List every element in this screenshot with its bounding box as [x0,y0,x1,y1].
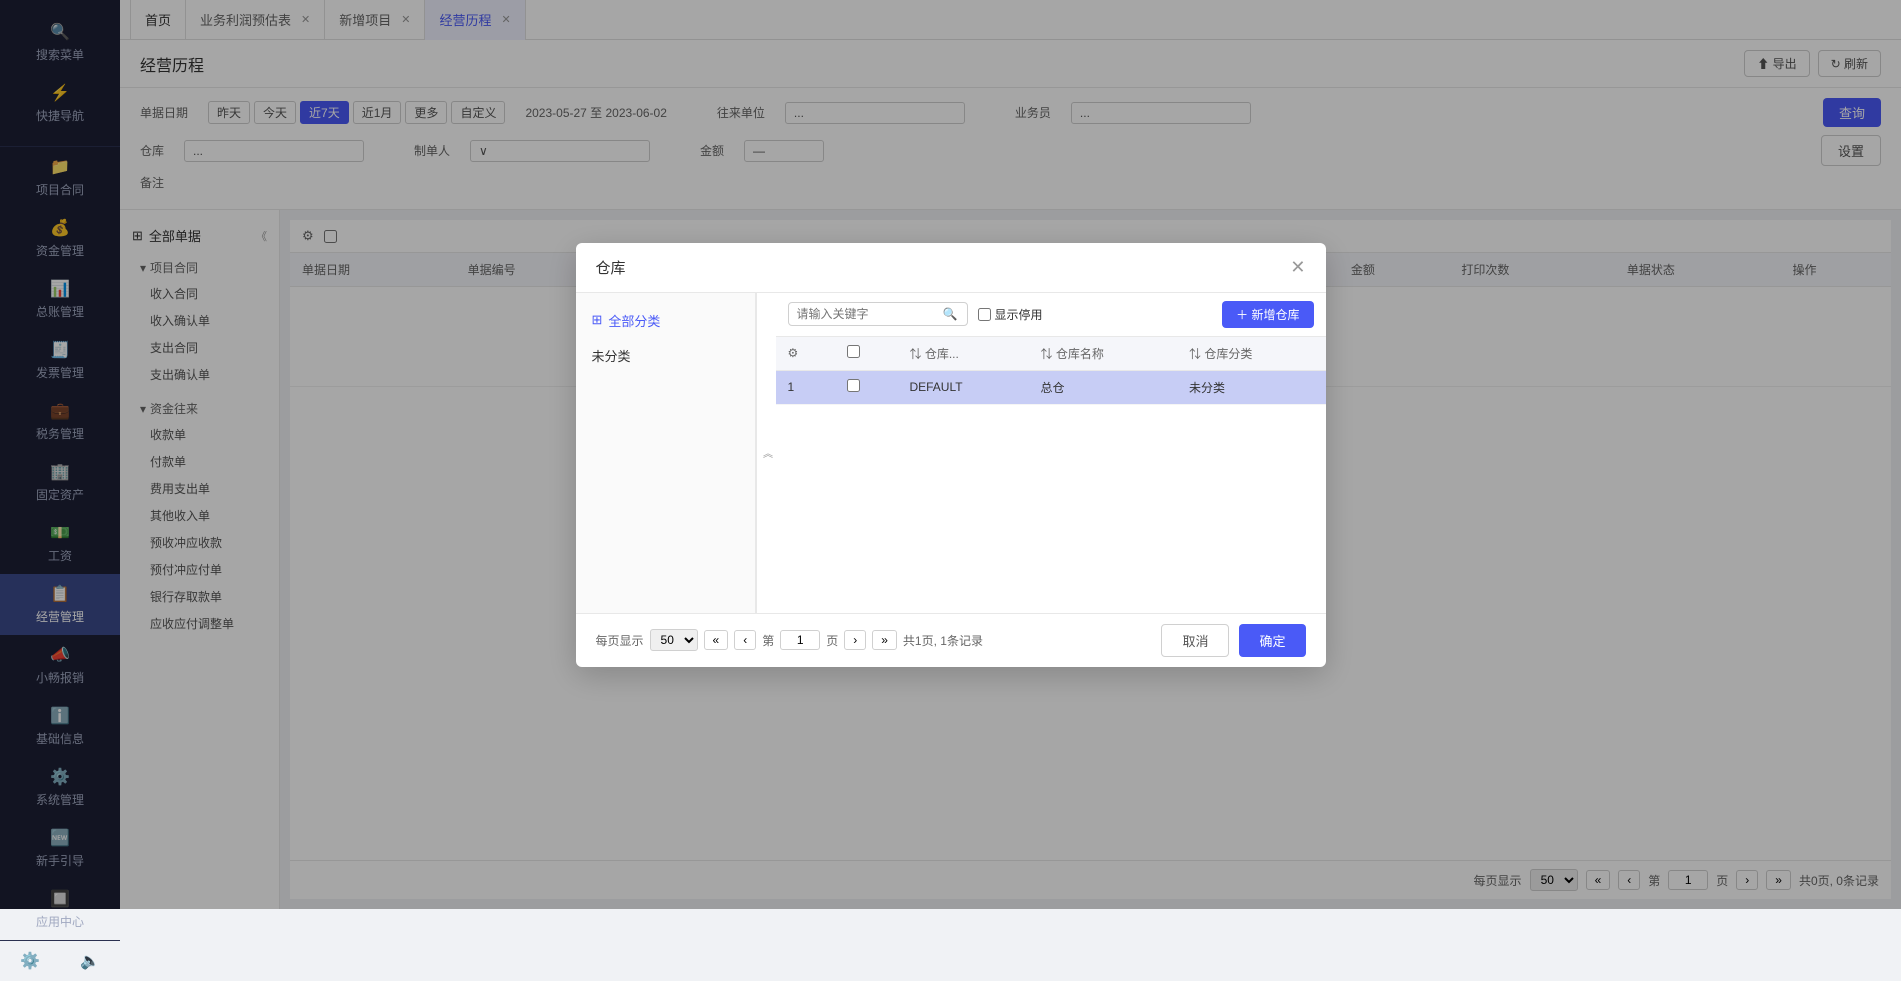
collapse-icon: 《 [759,448,774,458]
modal-next-btn[interactable]: › [844,630,866,650]
modal-row-checkbox[interactable] [835,370,898,404]
modal-right-panel: 🔍 显示停用 ＋ 新增仓库 ⚙ [776,293,1326,613]
sort-icon3: ⇅ [1189,347,1201,361]
modal-title: 仓库 [596,257,626,278]
modal-overlay: 仓库 ✕ ⊞ 全部分类 未分类 《 [0,0,1901,909]
modal-collapse-btn[interactable]: 《 [756,293,776,613]
modal-col-code: ⇅ 仓库... [897,337,1028,371]
modal-first-btn[interactable]: « [704,630,729,650]
modal-actions: 取消 确定 [1161,624,1305,657]
modal-col-settings: ⚙ [776,337,835,371]
modal-select-all[interactable] [847,345,860,358]
modal-search-input[interactable] [797,307,937,321]
show-disabled-checkbox[interactable] [978,308,991,321]
settings-bottom-icon[interactable]: ⚙️ [20,951,40,971]
show-disabled-label: 显示停用 [995,306,1043,323]
modal-body: ⊞ 全部分类 未分类 《 🔍 [576,293,1326,613]
modal-page-prefix: 第 [762,632,774,649]
modal-all-category[interactable]: ⊞ 全部分类 [576,303,755,338]
modal-table: ⚙ ⇅ 仓库... ⇅ 仓库名称 [776,337,1326,405]
all-category-label: 全部分类 [608,311,660,330]
unclassified-label: 未分类 [592,346,631,365]
modal-row-index: 1 [776,370,835,404]
modal-pagination: 每页显示 50 « ‹ 第 页 › » 共1页, 1条记录 [596,629,983,651]
sort-icon2: ⇅ [1041,347,1053,361]
modal-col-name: ⇅ 仓库名称 [1029,337,1177,371]
grid-icon: ⊞ [592,312,603,328]
modal-cancel-button[interactable]: 取消 [1161,624,1229,657]
modal-toolbar: 🔍 显示停用 ＋ 新增仓库 [776,293,1326,337]
modal-total: 共1页, 1条记录 [903,632,983,649]
modal-search-icon: 🔍 [943,307,958,321]
modal-confirm-button[interactable]: 确定 [1239,624,1305,657]
modal-per-page-label: 每页显示 [596,632,644,649]
modal-search-box[interactable]: 🔍 [788,302,968,326]
modal-table-area: ⚙ ⇅ 仓库... ⇅ 仓库名称 [776,337,1326,613]
volume-icon[interactable]: 🔈 [80,951,100,971]
modal-col-category: ⇅ 仓库分类 [1177,337,1326,371]
modal-left-wrapper: ⊞ 全部分类 未分类 《 [576,293,776,613]
modal-page-label: 页 [826,632,838,649]
modal-table-row[interactable]: 1 DEFAULT 总仓 未分类 [776,370,1326,404]
modal-row-category: 未分类 [1177,370,1326,404]
modal-header: 仓库 ✕ [576,243,1326,293]
modal-row-code: DEFAULT [897,370,1028,404]
modal-last-btn[interactable]: » [872,630,897,650]
modal-footer: 每页显示 50 « ‹ 第 页 › » 共1页, 1条记录 取消 确定 [576,613,1326,667]
modal-close-button[interactable]: ✕ [1290,257,1305,278]
warehouse-modal: 仓库 ✕ ⊞ 全部分类 未分类 《 [576,243,1326,667]
modal-page-input[interactable] [780,630,820,650]
modal-per-page-select[interactable]: 50 [650,629,698,651]
show-disabled-checkbox-label[interactable]: 显示停用 [978,306,1043,323]
modal-category-panel: ⊞ 全部分类 未分类 [576,293,756,613]
modal-col-checkbox [835,337,898,371]
modal-unclassified[interactable]: 未分类 [576,338,755,373]
sort-icon: ⇅ [909,347,921,361]
modal-row-name: 总仓 [1029,370,1177,404]
add-warehouse-button[interactable]: ＋ 新增仓库 [1222,301,1313,328]
modal-prev-btn[interactable]: ‹ [734,630,756,650]
sidebar-item-label: 应用中心 [36,913,84,930]
